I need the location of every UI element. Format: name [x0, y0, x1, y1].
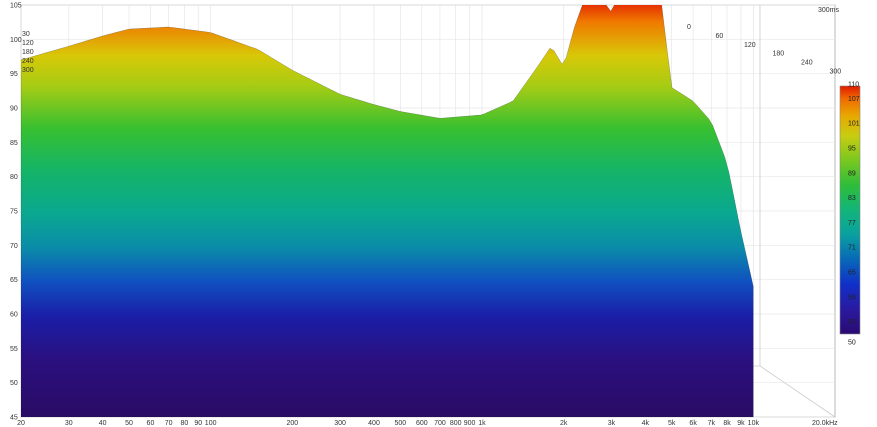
time-tick-right: 60 [716, 33, 724, 40]
colorbar-label: 95 [848, 146, 856, 153]
x-tick-label: 600 [416, 420, 428, 427]
y-tick-label: 50 [10, 380, 18, 387]
x-tick-label: 3k [608, 420, 616, 427]
x-tick-label: 50 [125, 420, 133, 427]
time-tick-right: 120 [744, 42, 756, 49]
x-unit-label: 20.0kHz [812, 420, 838, 427]
colorbar-label: 83 [848, 195, 856, 202]
colorbar-label: 59 [848, 294, 856, 301]
colorbar-label: 77 [848, 220, 856, 227]
x-tick-label: 5k [668, 420, 676, 427]
time-tick-left: 300 [22, 67, 34, 74]
x-tick-label: 300 [334, 420, 346, 427]
y-tick-label: 65 [10, 277, 18, 284]
colorbar-label: 71 [848, 245, 856, 252]
x-axis-ticks: 20 30 40 50 60 70 80 90 100 200 300 400 500 600 700 800… [17, 420, 759, 427]
x-tick-label: 20 [17, 420, 25, 427]
x-tick-label: 400 [368, 420, 380, 427]
y-tick-label: 105 [10, 3, 22, 10]
x-tick-label: 60 [147, 420, 155, 427]
x-tick-label: 500 [394, 420, 406, 427]
time-tick-right: 300 [830, 69, 842, 76]
x-tick-label: 40 [99, 420, 107, 427]
x-tick-label: 90 [194, 420, 202, 427]
x-tick-label: 70 [165, 420, 173, 427]
x-tick-label: 6k [689, 420, 697, 427]
x-tick-label: 200 [286, 420, 298, 427]
y-tick-label: 75 [10, 209, 18, 216]
colorbar-label: 107 [848, 96, 860, 103]
y-tick-label: 80 [10, 174, 18, 181]
y-tick-label: 60 [10, 312, 18, 319]
x-tick-label: 7k [708, 420, 716, 427]
x-tick-label: 100 [205, 420, 217, 427]
x-tick-label: 30 [65, 420, 73, 427]
x-tick-label: 800 [450, 420, 462, 427]
y-tick-label: 95 [10, 71, 18, 78]
colorbar-label: 50 [848, 340, 856, 347]
time-tick-right: 180 [773, 51, 785, 58]
colorbar: 110 107 101 95 89 83 77 71 65 59 53 50 [839, 82, 861, 347]
x-tick-label: 2k [560, 420, 568, 427]
x-tick-label: 900 [464, 420, 476, 427]
y-axis-ticks: 4550556065707580859095100105 [10, 3, 22, 422]
x-tick-label: 700 [434, 420, 446, 427]
x-tick-label: 9k [737, 420, 745, 427]
y-tick-label: 85 [10, 140, 18, 147]
colorbar-label: 53 [848, 319, 856, 326]
colorbar-label: 101 [848, 121, 860, 128]
y-tick-label: 100 [10, 37, 22, 44]
x-tick-label: 80 [180, 420, 188, 427]
x-tick-label: 1k [478, 420, 486, 427]
colorbar-label: 89 [848, 170, 856, 177]
y-tick-label: 55 [10, 346, 18, 353]
x-tick-label: 4k [642, 420, 650, 427]
time-tick-left: 240 [22, 58, 34, 65]
colorbar-label: 110 [848, 82, 859, 89]
time-tick-left: 30 [22, 31, 30, 38]
x-tick-label: 8k [723, 420, 731, 427]
x-tick-label: 10k [748, 420, 760, 427]
time-label: 300ms [818, 7, 840, 14]
y-tick-label: 90 [10, 106, 18, 113]
colorbar-label: 65 [848, 270, 856, 277]
time-tick-right: 0 [687, 24, 691, 31]
y-tick-label: 70 [10, 243, 18, 250]
time-tick-left: 180 [22, 49, 34, 56]
time-tick-right: 240 [801, 60, 813, 67]
waterfall-chart: 4550556065707580859095100105 20 30 40 50 60 7… [10, 3, 861, 427]
time-tick-left: 120 [22, 40, 34, 47]
